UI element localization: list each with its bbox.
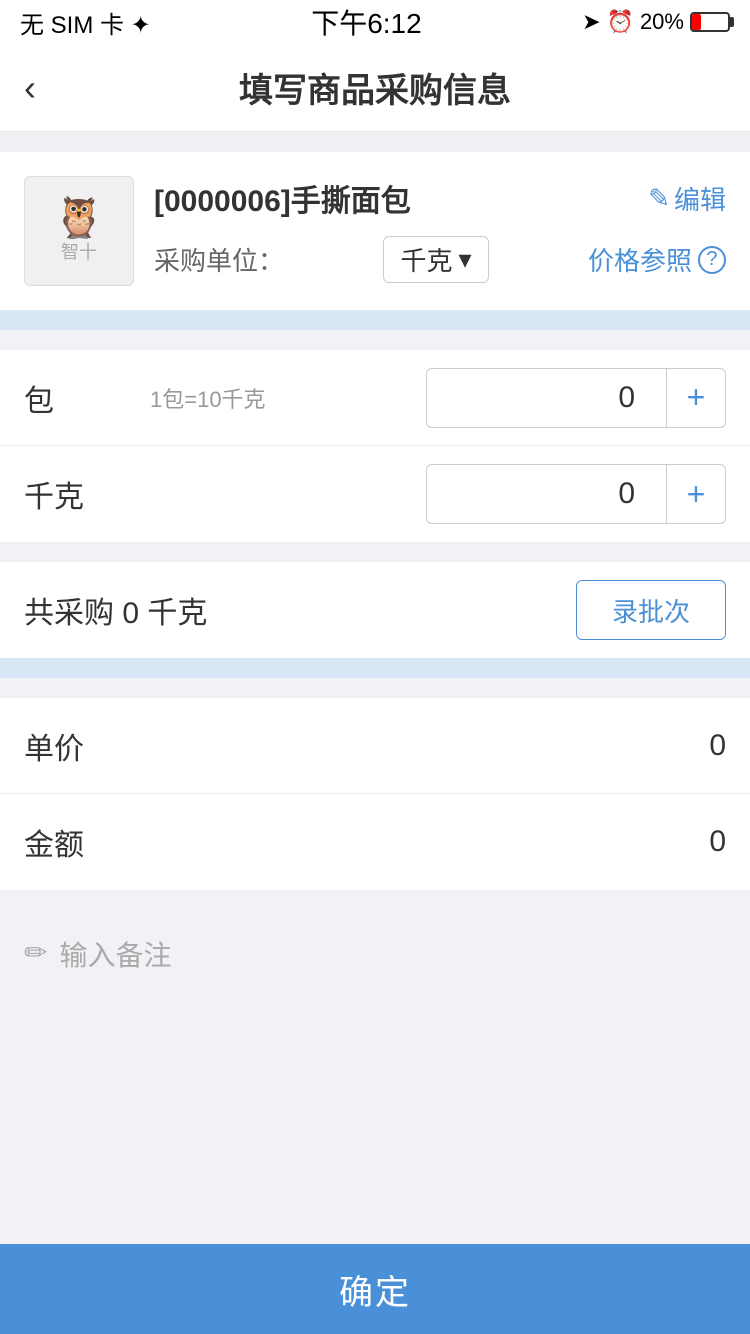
page-title: 填写商品采购信息 [239,63,511,112]
remark-section[interactable]: ✏ 输入备注 [0,910,750,1010]
bag-plus-button[interactable]: + [666,368,726,428]
battery-percent: 20% [640,9,684,35]
kg-input-wrapper: + [426,464,726,524]
bag-input[interactable] [426,368,666,428]
unit-value: 千克 [400,241,452,278]
bottom-spacer [0,1010,750,1244]
purchase-unit-label: 采购单位： [154,241,284,278]
dropdown-icon: ▾ [458,244,471,275]
nav-bar: ‹ 填写商品采购信息 [0,44,750,132]
record-batch-button[interactable]: 录批次 [576,580,726,640]
amount-row: 金额 0 [0,794,750,890]
status-bar: 无 SIM 卡 ✦ 下午6:12 ➤ ⏰ 20% [0,0,750,44]
confirm-button[interactable]: 确定 [0,1244,750,1334]
kg-label: 千克 [24,472,144,516]
status-time: 下午6:12 [311,2,422,42]
amount-label: 金额 [24,820,84,864]
unit-price-value: 0 [709,729,726,763]
bag-label: 包 [24,376,144,420]
product-logo: 🦉 智十 [54,198,104,264]
sim-status: 无 SIM 卡 ✦ [20,5,151,40]
edit-label: 编辑 [674,180,726,217]
remark-placeholder: 输入备注 [59,934,171,974]
amount-value: 0 [709,825,726,859]
back-button[interactable]: ‹ [24,67,36,109]
section-divider-blue [0,310,750,330]
pencil-icon: ✏ [24,936,47,969]
product-name: [0000006]手撕面包 [154,176,411,220]
section-divider-top [0,132,750,152]
bag-input-wrapper: + [426,368,726,428]
status-left: 无 SIM 卡 ✦ [20,5,151,40]
price-section: 单价 0 金额 0 [0,698,750,890]
unit-select[interactable]: 千克 ▾ [383,236,488,283]
product-card: 🦉 智十 [0000006]手撕面包 ✎ 编辑 采购单位： 千克 ▾ 价格参照 [0,152,750,310]
product-info: [0000006]手撕面包 ✎ 编辑 采购单位： 千克 ▾ 价格参照 ? [154,176,726,283]
input-section: 包 1包=10千克 + 千克 + [0,350,750,542]
edit-icon: ✎ [648,183,670,214]
bag-input-row: 包 1包=10千克 + [0,350,750,446]
section-divider-blue-2 [0,658,750,678]
owl-icon: 🦉 [54,198,104,238]
purchase-unit-row: 采购单位： 千克 ▾ 价格参照 ? [154,236,726,283]
status-right: ➤ ⏰ 20% [582,9,730,35]
logo-text: 智十 [61,238,97,264]
kg-plus-button[interactable]: + [666,464,726,524]
product-name-row: [0000006]手撕面包 ✎ 编辑 [154,176,726,220]
product-image: 🦉 智十 [24,176,134,286]
unit-price-row: 单价 0 [0,698,750,794]
nav-icon: ➤ [582,9,600,35]
price-ref-label: 价格参照 [588,241,692,278]
kg-input[interactable] [426,464,666,524]
alarm-icon: ⏰ [607,9,634,35]
kg-input-row: 千克 + [0,446,750,542]
battery-icon [690,12,730,32]
total-label: 共采购 0 千克 [24,588,207,632]
unit-price-label: 单价 [24,724,84,768]
edit-button[interactable]: ✎ 编辑 [648,180,726,217]
price-ref-button[interactable]: 价格参照 ? [588,241,726,278]
total-section: 共采购 0 千克 录批次 [0,562,750,658]
help-icon: ? [698,246,726,274]
bag-sub-label: 1包=10千克 [150,382,266,414]
